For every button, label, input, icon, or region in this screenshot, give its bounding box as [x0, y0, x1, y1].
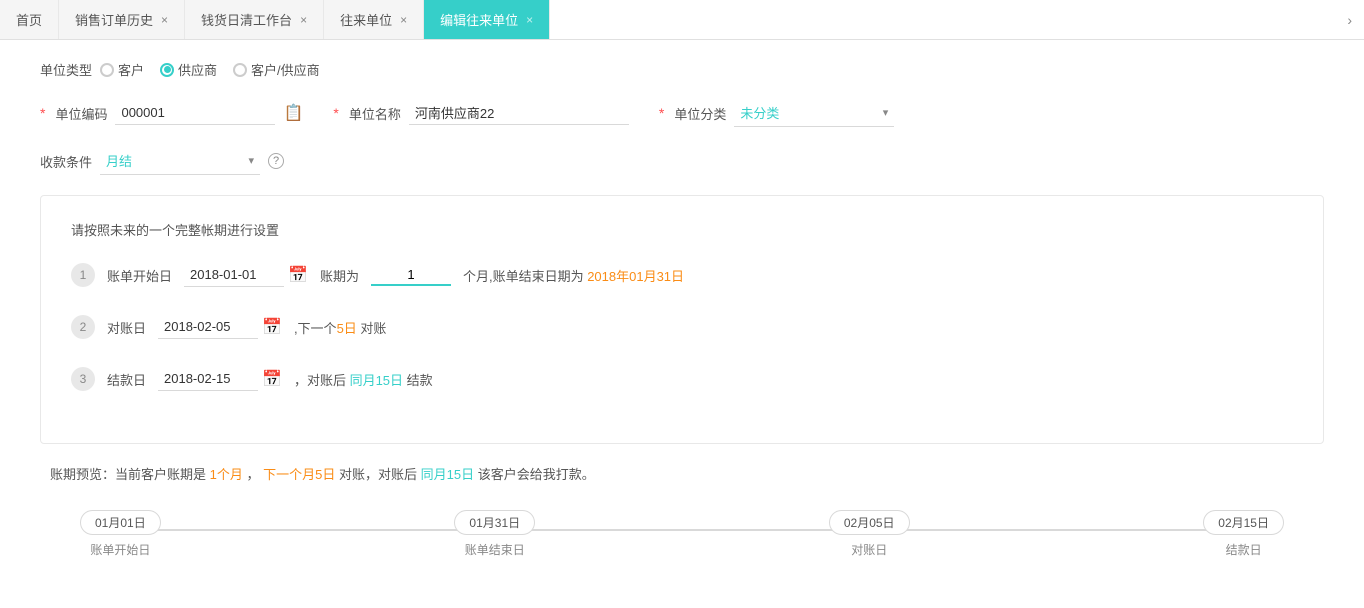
step3-desc: ，对账后 同月15日 结款 [294, 370, 433, 389]
step1-period-input[interactable] [371, 265, 451, 286]
step-num-1: 1 [71, 263, 95, 287]
step-label-2: 对账日 [107, 318, 146, 337]
tab-home[interactable]: 首页 [0, 0, 59, 39]
unit-name-input[interactable] [409, 101, 629, 125]
close-icon[interactable]: × [161, 13, 168, 27]
step-row-1: 1 账单开始日 📅 账期为 个月,账单结束日期为 2018年01月31日 [71, 263, 1293, 287]
tab-partner-units[interactable]: 往来单位 × [324, 0, 424, 39]
timeline-line [120, 529, 1244, 531]
payment-condition-select[interactable]: 月结 ▾ [100, 147, 260, 175]
tabs-bar: 首页 销售订单历史 × 钱货日清工作台 × 往来单位 × 编辑往来单位 × › [0, 0, 1364, 40]
timeline-badge-4: 02月15日 [1203, 510, 1284, 535]
unit-type-label: 单位类型 [40, 60, 92, 79]
step3-highlight-day: 同月15日 [350, 373, 403, 388]
unit-code-field: * 单位编码 📋 [40, 101, 303, 125]
payment-condition-value: 月结 [106, 151, 248, 170]
timeline-container: 01月01日 账单开始日 01月31日 账单结束日 02月05日 对账日 02月… [40, 507, 1324, 558]
radio-both[interactable]: 客户/供应商 [233, 60, 320, 79]
chevron-down-icon: ▾ [883, 106, 889, 119]
step1-date-wrap: 📅 [184, 263, 308, 287]
tab-sales-order-history[interactable]: 销售订单历史 × [59, 0, 185, 39]
timeline-label-3: 对账日 [851, 541, 887, 558]
unit-info-row: * 单位编码 📋 * 单位名称 * 单位分类 未分类 ▾ [40, 99, 1324, 127]
step-row-2: 2 对账日 📅 ,下一个5日 对账 [71, 315, 1293, 339]
step-num-2: 2 [71, 315, 95, 339]
unit-category-select[interactable]: 未分类 ▾ [734, 99, 894, 127]
chevron-down-icon-payment: ▾ [248, 154, 254, 167]
tab-cash-reconciliation[interactable]: 钱货日清工作台 × [185, 0, 324, 39]
timeline-badge-3: 02月05日 [829, 510, 910, 535]
unit-name-label: 单位名称 [349, 104, 401, 123]
timeline-item-1: 01月01日 账单开始日 [80, 507, 161, 558]
required-star-name: * [333, 105, 338, 121]
radio-circle-both [233, 63, 247, 77]
step3-date-input[interactable] [158, 367, 258, 391]
unit-code-label: 单位编码 [55, 104, 107, 123]
step-row-3: 3 结款日 📅 ，对账后 同月15日 结款 [71, 367, 1293, 391]
step-label-1: 账单开始日 [107, 266, 172, 285]
tab-scroll-right[interactable]: › [1335, 12, 1364, 28]
step-label-3: 结款日 [107, 370, 146, 389]
timeline-label-1: 账单开始日 [90, 541, 150, 558]
tab-edit-partner[interactable]: 编辑往来单位 × [424, 0, 550, 39]
payment-condition-row: 收款条件 月结 ▾ ? [40, 147, 1324, 175]
radio-customer[interactable]: 客户 [100, 60, 144, 79]
step2-calendar-icon[interactable]: 📅 [262, 317, 282, 337]
payment-condition-field: 收款条件 月结 ▾ ? [40, 147, 284, 175]
step3-calendar-icon[interactable]: 📅 [262, 369, 282, 389]
unit-category-label: 单位分类 [674, 104, 726, 123]
step1-end-date: 2018年01月31日 [587, 269, 684, 284]
card-title: 请按照未来的一个完整帐期进行设置 [71, 220, 1293, 239]
timeline: 01月01日 账单开始日 01月31日 账单结束日 02月05日 对账日 02月… [80, 507, 1284, 558]
required-star-category: * [659, 105, 664, 121]
timeline-badge-1: 01月01日 [80, 510, 161, 535]
unit-type-radio-group: 客户 供应商 客户/供应商 [100, 60, 320, 79]
step1-calendar-icon[interactable]: 📅 [288, 265, 308, 285]
radio-circle-customer [100, 63, 114, 77]
unit-type-row: 单位类型 客户 供应商 客户/供应商 [40, 60, 1324, 79]
unit-category-value: 未分类 [740, 103, 882, 122]
radio-supplier[interactable]: 供应商 [160, 60, 217, 79]
step1-mid-text: 账期为 [320, 266, 359, 285]
timeline-item-3: 02月05日 对账日 [829, 507, 910, 558]
step1-suffix: 个月,账单结束日期为 2018年01月31日 [463, 266, 684, 285]
required-star-code: * [40, 105, 45, 121]
payment-condition-label: 收款条件 [40, 152, 92, 171]
timeline-label-4: 结款日 [1226, 541, 1262, 558]
unit-type-field: 单位类型 客户 供应商 客户/供应商 [40, 60, 320, 79]
calendar-icon[interactable]: 📋 [283, 103, 303, 123]
radio-circle-supplier [160, 63, 174, 77]
timeline-item-2: 01月31日 账单结束日 [454, 507, 535, 558]
help-icon[interactable]: ? [268, 153, 284, 169]
close-icon[interactable]: × [400, 13, 407, 27]
timeline-label-2: 账单结束日 [465, 541, 525, 558]
main-content: 单位类型 客户 供应商 客户/供应商 * 单位编码 [0, 40, 1364, 608]
step2-date-input[interactable] [158, 315, 258, 339]
step-num-3: 3 [71, 367, 95, 391]
step2-desc: ,下一个5日 对账 [294, 318, 387, 337]
close-icon[interactable]: × [300, 13, 307, 27]
unit-code-input[interactable] [115, 101, 275, 125]
step2-highlight-day: 5日 [337, 321, 357, 336]
step1-date-input[interactable] [184, 263, 284, 287]
preview-text: 账期预览：当前客户账期是 1个月 ， 下一个月5日 对账，对账后 同月15日 该… [40, 464, 1324, 483]
step3-date-wrap: 📅 [158, 367, 282, 391]
unit-category-field: * 单位分类 未分类 ▾ [659, 99, 894, 127]
close-icon[interactable]: × [526, 13, 533, 27]
settings-card: 请按照未来的一个完整帐期进行设置 1 账单开始日 📅 账期为 个月,账单结束日期… [40, 195, 1324, 444]
timeline-badge-2: 01月31日 [454, 510, 535, 535]
step2-date-wrap: 📅 [158, 315, 282, 339]
timeline-item-4: 02月15日 结款日 [1203, 507, 1284, 558]
unit-name-field: * 单位名称 [333, 101, 628, 125]
